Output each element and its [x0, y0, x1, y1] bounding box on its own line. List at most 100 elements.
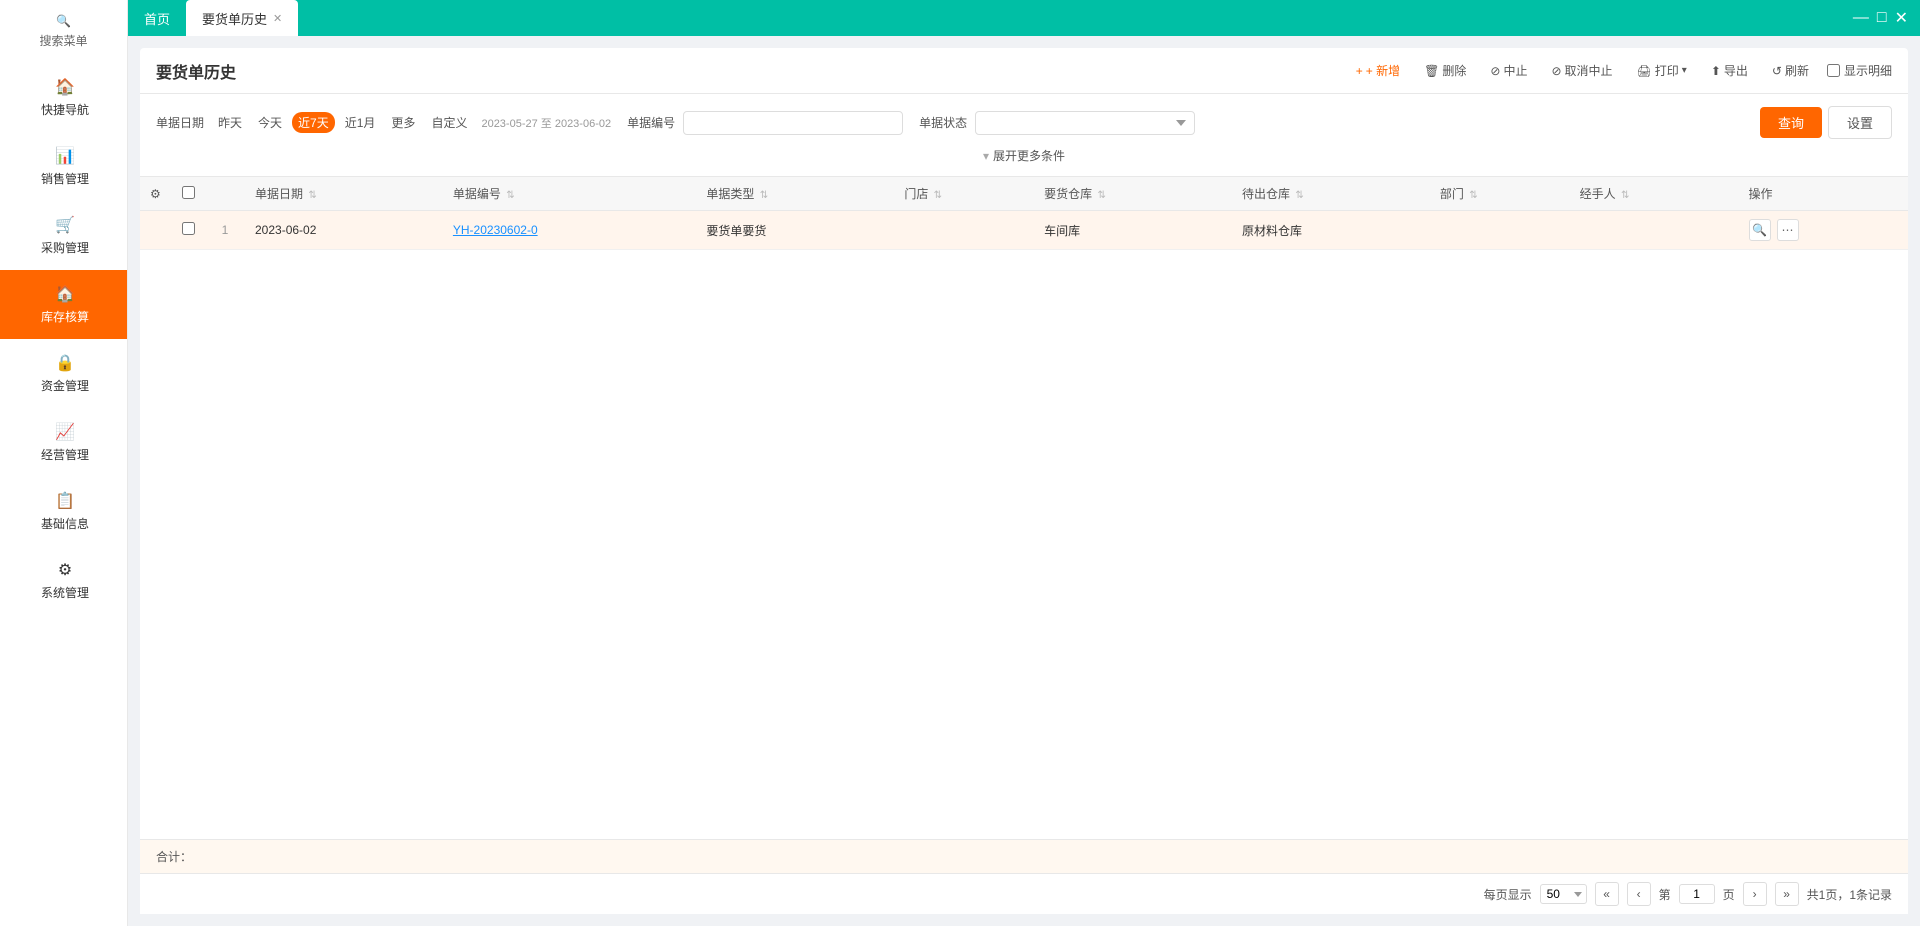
new-button[interactable]: + + 新增: [1350, 58, 1406, 83]
row-actions-cell: 🔍 ⋯: [1739, 211, 1909, 250]
col-store[interactable]: 门店 ⇅: [894, 177, 1034, 211]
show-detail-checkbox[interactable]: [1827, 64, 1840, 77]
sidebar-item-basic[interactable]: 📋 基础信息: [0, 477, 127, 546]
tab-close-icon[interactable]: ✕: [273, 12, 282, 25]
doc-number-filter: 单据编号: [627, 111, 903, 135]
page-number-input[interactable]: [1679, 884, 1715, 904]
filter-row: 单据日期 昨天 今天 近7天 近1月 更多 自定义 2023-05-27 至 2…: [156, 106, 1892, 139]
search-icon: 🔍: [56, 14, 71, 28]
data-table: ⚙ 单据日期 ⇅ 单据编号 ⇅: [140, 177, 1908, 250]
tab-home[interactable]: 首页: [128, 0, 186, 36]
col-doc-no[interactable]: 单据编号 ⇅: [443, 177, 697, 211]
summary-label: 合计：: [156, 850, 192, 864]
col-handler[interactable]: 经手人 ⇅: [1570, 177, 1739, 211]
status-select[interactable]: [975, 111, 1195, 135]
sidebar-label-basic: 基础信息: [41, 515, 89, 532]
col-dept[interactable]: 部门 ⇅: [1430, 177, 1570, 211]
per-page-select[interactable]: 10 20 50 100: [1540, 884, 1587, 904]
col-num: [205, 177, 245, 211]
sidebar-item-operations[interactable]: 📈 经营管理: [0, 408, 127, 477]
new-label: + 新增: [1366, 62, 1400, 79]
expand-more-label: 展开更多条件: [993, 147, 1065, 164]
row-reqwh-cell: 车间库: [1034, 211, 1232, 250]
date-btn-more[interactable]: 更多: [385, 112, 421, 133]
basic-icon: 📋: [55, 491, 75, 511]
col-actions-label: 操作: [1749, 187, 1773, 201]
row-store-cell: [894, 211, 1034, 250]
doc-number-input[interactable]: [683, 111, 903, 135]
home-icon: 🏠: [55, 77, 75, 97]
tab-home-label: 首页: [144, 9, 170, 28]
cart-icon: 🛒: [55, 215, 75, 235]
sidebar-item-purchase[interactable]: 🛒 采购管理: [0, 201, 127, 270]
date-btn-yesterday[interactable]: 昨天: [212, 112, 248, 133]
page-suffix: 页: [1723, 886, 1735, 903]
main-area: 首页 要货单历史 ✕ — □ ✕ 要货单历史 + + 新增 🗑 删除: [128, 0, 1920, 926]
refresh-icon: ↺: [1772, 64, 1782, 78]
sidebar-search[interactable]: 🔍 搜索菜单: [0, 0, 127, 63]
date-btn-custom[interactable]: 自定义: [425, 112, 473, 133]
col-doctype-label: 单据类型: [706, 187, 754, 201]
col-dept-label: 部门: [1440, 187, 1464, 201]
tab-requisition-label: 要货单历史: [202, 9, 267, 28]
expand-more-button[interactable]: ▾ 展开更多条件: [156, 139, 1892, 164]
first-page-button[interactable]: «: [1595, 882, 1619, 906]
delete-button[interactable]: 🗑 删除: [1418, 58, 1472, 83]
sidebar-item-sales[interactable]: 📊 销售管理: [0, 132, 127, 201]
col-settings[interactable]: ⚙: [140, 177, 172, 211]
col-reqwh-label: 要货仓库: [1044, 187, 1092, 201]
col-pending-warehouse[interactable]: 待出仓库 ⇅: [1232, 177, 1430, 211]
row-more-button[interactable]: ⋯: [1777, 219, 1799, 241]
settings-button[interactable]: 设置: [1828, 106, 1892, 139]
date-range-buttons: 昨天 今天 近7天 近1月 更多 自定义: [212, 112, 473, 133]
total-info: 共1页，1条记录: [1807, 886, 1892, 903]
minimize-icon[interactable]: —: [1853, 9, 1869, 27]
prev-page-button[interactable]: ‹: [1627, 882, 1651, 906]
row-date-cell: 2023-06-02: [245, 211, 443, 250]
maximize-icon[interactable]: □: [1877, 9, 1887, 27]
row-docno-cell[interactable]: YH-20230602-0: [443, 211, 697, 250]
operations-icon: 📈: [55, 422, 75, 442]
print-button[interactable]: 🖨 打印 ▾: [1631, 58, 1693, 83]
stop-label: 中止: [1503, 62, 1527, 79]
refresh-label: 刷新: [1785, 62, 1809, 79]
page-header: 要货单历史 + + 新增 🗑 删除 ⊘ 中止 ⊘ 取消中止: [140, 48, 1908, 94]
sidebar-search-label: 搜索菜单: [39, 32, 87, 49]
sidebar-item-inventory[interactable]: 🏠 库存核算: [0, 270, 127, 339]
stop-button[interactable]: ⊘ 中止: [1484, 58, 1533, 83]
next-page-button[interactable]: ›: [1743, 882, 1767, 906]
table-wrapper: ⚙ 单据日期 ⇅ 单据编号 ⇅: [140, 177, 1908, 839]
row-handler-cell: [1570, 211, 1739, 250]
summary-row: 合计：: [140, 839, 1908, 873]
row-view-button[interactable]: 🔍: [1749, 219, 1771, 241]
query-button[interactable]: 查询: [1760, 107, 1822, 138]
col-req-warehouse[interactable]: 要货仓库 ⇅: [1034, 177, 1232, 211]
row-checkbox[interactable]: [182, 222, 195, 235]
date-btn-7days[interactable]: 近7天: [292, 112, 335, 133]
per-page-label: 每页显示: [1484, 886, 1532, 903]
col-doc-type[interactable]: 单据类型 ⇅: [696, 177, 894, 211]
refresh-button[interactable]: ↺ 刷新: [1766, 58, 1815, 83]
show-detail-toggle[interactable]: 显示明细: [1827, 62, 1892, 79]
cancel-stop-button[interactable]: ⊘ 取消中止: [1545, 58, 1618, 83]
warehouse-icon: 🏠: [55, 284, 75, 304]
col-date[interactable]: 单据日期 ⇅: [245, 177, 443, 211]
export-button[interactable]: ⬆ 导出: [1705, 58, 1754, 83]
row-pendwh-cell: 原材料仓库: [1232, 211, 1430, 250]
sidebar-item-quick-nav[interactable]: 🏠 快捷导航: [0, 63, 127, 132]
chevron-down-icon: ▾: [983, 149, 989, 163]
page-title: 要货单历史: [156, 59, 236, 83]
row-docno-link[interactable]: YH-20230602-0: [453, 223, 538, 237]
date-btn-today[interactable]: 今天: [252, 112, 288, 133]
sidebar-item-system[interactable]: ⚙ 系统管理: [0, 546, 127, 615]
sidebar-item-finance[interactable]: 🔒 资金管理: [0, 339, 127, 408]
close-window-icon[interactable]: ✕: [1895, 8, 1908, 28]
select-all-checkbox[interactable]: [182, 186, 195, 199]
gear-icon: ⚙: [58, 560, 72, 580]
sort-store-icon: ⇅: [934, 190, 942, 201]
tab-requisition-history[interactable]: 要货单历史 ✕: [186, 0, 298, 36]
row-settings-cell: [140, 211, 172, 250]
sidebar-label-operations: 经营管理: [41, 446, 89, 463]
date-btn-1month[interactable]: 近1月: [339, 112, 382, 133]
last-page-button[interactable]: »: [1775, 882, 1799, 906]
